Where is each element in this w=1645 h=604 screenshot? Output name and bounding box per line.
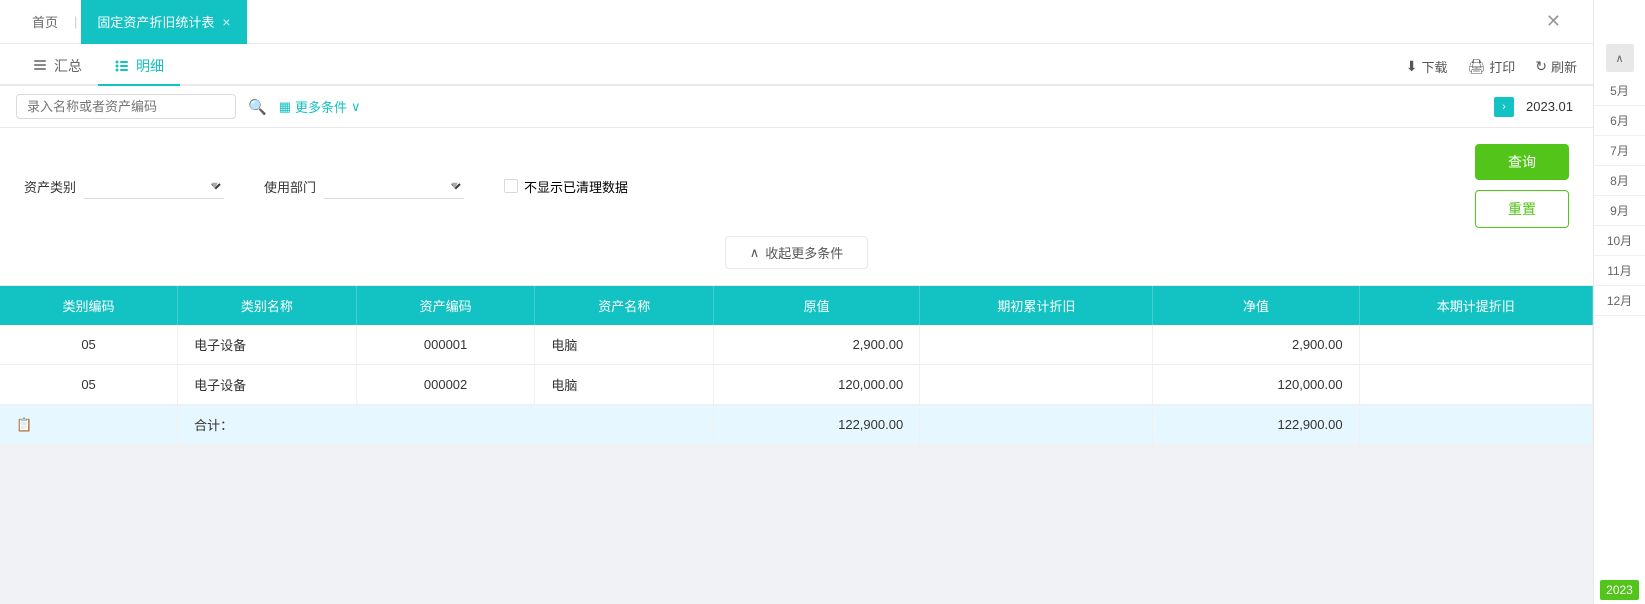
cell-original-value-2: 120,000.00: [714, 365, 920, 405]
cell-curr-dep-2: [1359, 365, 1592, 405]
more-conditions-button[interactable]: ▦ 更多条件 ∨: [279, 97, 361, 116]
summary-accum-dep: [920, 405, 1153, 445]
tab-close-button[interactable]: ×: [222, 14, 230, 30]
top-nav: 首页 | 固定资产折旧统计表 × ✕: [0, 0, 1593, 44]
advanced-filter: 资产类别 ▼ 使用部门 ▼: [0, 128, 1593, 286]
list-icon: [114, 58, 130, 74]
cell-original-value-1: 2,900.00: [714, 325, 920, 365]
date-display: 2023.01: [1526, 99, 1577, 114]
reset-button[interactable]: 重置: [1475, 190, 1569, 228]
cell-net-value-2: 120,000.00: [1153, 365, 1359, 405]
collapse-label: 收起更多条件: [765, 243, 843, 262]
col-asset-name: 资产名称: [535, 286, 714, 325]
department-select[interactable]: [324, 173, 464, 199]
window-close-button[interactable]: ✕: [1530, 11, 1577, 32]
right-sidebar: ∧ 5月 6月 7月 8月 9月 10月 11月 12月 2023: [1593, 0, 1645, 604]
cell-asset-name-2: 电脑: [535, 365, 714, 405]
query-button[interactable]: 查询: [1475, 144, 1569, 180]
hide-cleared-label: 不显示已清理数据: [524, 177, 628, 196]
checkbox-icon: [504, 179, 518, 193]
print-icon: 🖨: [1467, 58, 1485, 75]
cell-asset-code-1: 000001: [356, 325, 535, 365]
sidebar-month-6[interactable]: 6月: [1594, 106, 1645, 136]
filter-actions: 查询 重置: [1475, 144, 1569, 228]
tab-bar: 汇总 明细 ⬇ 下载: [0, 44, 1593, 86]
col-original-value: 原值: [714, 286, 920, 325]
hide-cleared-checkbox[interactable]: 不显示已清理数据: [504, 177, 628, 196]
col-net-value: 净值: [1153, 286, 1359, 325]
department-label: 使用部门: [264, 177, 316, 196]
cell-cat-name-2: 电子设备: [178, 365, 357, 405]
download-button[interactable]: ⬇ 下载: [1406, 57, 1448, 76]
chevron-down-icon: ∨: [351, 99, 361, 115]
scroll-up-button[interactable]: ∧: [1606, 44, 1634, 72]
download-label: 下载: [1421, 57, 1447, 76]
refresh-icon: ↻: [1535, 58, 1547, 75]
refresh-label: 刷新: [1551, 57, 1577, 76]
table-row: 05 电子设备 000002 电脑 120,000.00 120,000.00: [0, 365, 1593, 405]
col-asset-code: 资产编码: [356, 286, 535, 325]
tab-detail-label: 明细: [136, 56, 164, 76]
tab-actions: ⬇ 下载 🖨 打印 ↻ 刷新: [1406, 57, 1577, 84]
col-category-code: 类别编码: [0, 286, 178, 325]
sidebar-month-9[interactable]: 9月: [1594, 196, 1645, 226]
tab-summary-label: 汇总: [54, 56, 82, 76]
sidebar-month-7[interactable]: 7月: [1594, 136, 1645, 166]
cell-curr-dep-1: [1359, 325, 1592, 365]
search-icon[interactable]: 🔍: [248, 98, 267, 116]
cell-cat-name-1: 电子设备: [178, 325, 357, 365]
tab-title: 固定资产折旧统计表: [97, 12, 214, 31]
collapse-conditions-button[interactable]: ∧ 收起更多条件: [725, 236, 869, 269]
download-icon: ⬇: [1406, 58, 1418, 75]
summary-icon-cell: 📋: [0, 405, 178, 445]
date-nav-right[interactable]: ›: [1494, 97, 1514, 117]
nav-tab-fixed-assets[interactable]: 固定资产折旧统计表 ×: [81, 0, 246, 44]
cell-cat-code-2: 05: [0, 365, 178, 405]
nav-home[interactable]: 首页: [16, 12, 74, 31]
data-table: 类别编码 类别名称 资产编码 资产名称 原值 期初累计折旧 净值 本期计提折旧 …: [0, 286, 1593, 445]
tab-summary[interactable]: 汇总: [16, 56, 98, 86]
table-header-row: 类别编码 类别名称 资产编码 资产名称 原值 期初累计折旧 净值 本期计提折旧: [0, 286, 1593, 325]
sidebar-month-11[interactable]: 11月: [1594, 256, 1645, 286]
col-accumulated-depreciation: 期初累计折旧: [920, 286, 1153, 325]
sidebar-month-12[interactable]: 12月: [1594, 286, 1645, 316]
summary-icon: 📋: [16, 417, 32, 432]
layers-icon: [32, 58, 48, 74]
col-current-depreciation: 本期计提折旧: [1359, 286, 1592, 325]
sidebar-month-8[interactable]: 8月: [1594, 166, 1645, 196]
cell-net-value-1: 2,900.00: [1153, 325, 1359, 365]
cell-asset-name-1: 电脑: [535, 325, 714, 365]
cell-accum-dep-1: [920, 325, 1153, 365]
asset-category-field: 资产类别 ▼: [24, 173, 224, 199]
summary-net-value: 122,900.00: [1153, 405, 1359, 445]
summary-curr-dep: [1359, 405, 1592, 445]
cell-cat-code-1: 05: [0, 325, 178, 365]
cell-accum-dep-2: [920, 365, 1153, 405]
print-label: 打印: [1489, 57, 1515, 76]
sidebar-month-10[interactable]: 10月: [1594, 226, 1645, 256]
asset-category-select[interactable]: [84, 173, 224, 199]
summary-row: 📋 合计： 122,900.00 122,900.00: [0, 405, 1593, 445]
sidebar-month-5[interactable]: 5月: [1594, 76, 1645, 106]
collapse-icon: ∧: [750, 245, 760, 261]
col-category-name: 类别名称: [178, 286, 357, 325]
more-conditions-label: 更多条件: [295, 97, 347, 116]
tab-detail[interactable]: 明细: [98, 56, 180, 86]
cell-asset-code-2: 000002: [356, 365, 535, 405]
refresh-button[interactable]: ↻ 刷新: [1535, 57, 1577, 76]
search-input[interactable]: [16, 94, 236, 119]
asset-category-label: 资产类别: [24, 177, 76, 196]
department-field: 使用部门 ▼: [264, 173, 464, 199]
year-badge: 2023: [1600, 580, 1639, 600]
filter-icon: ▦: [279, 99, 291, 115]
summary-original-value: 122,900.00: [714, 405, 920, 445]
filter-bar: 🔍 ▦ 更多条件 ∨ › 2023.01: [0, 86, 1593, 128]
summary-label: 合计：: [178, 405, 714, 445]
table-row: 05 电子设备 000001 电脑 2,900.00 2,900.00: [0, 325, 1593, 365]
print-button[interactable]: 🖨 打印: [1467, 57, 1515, 76]
table-container: 类别编码 类别名称 资产编码 资产名称 原值 期初累计折旧 净值 本期计提折旧 …: [0, 286, 1593, 445]
